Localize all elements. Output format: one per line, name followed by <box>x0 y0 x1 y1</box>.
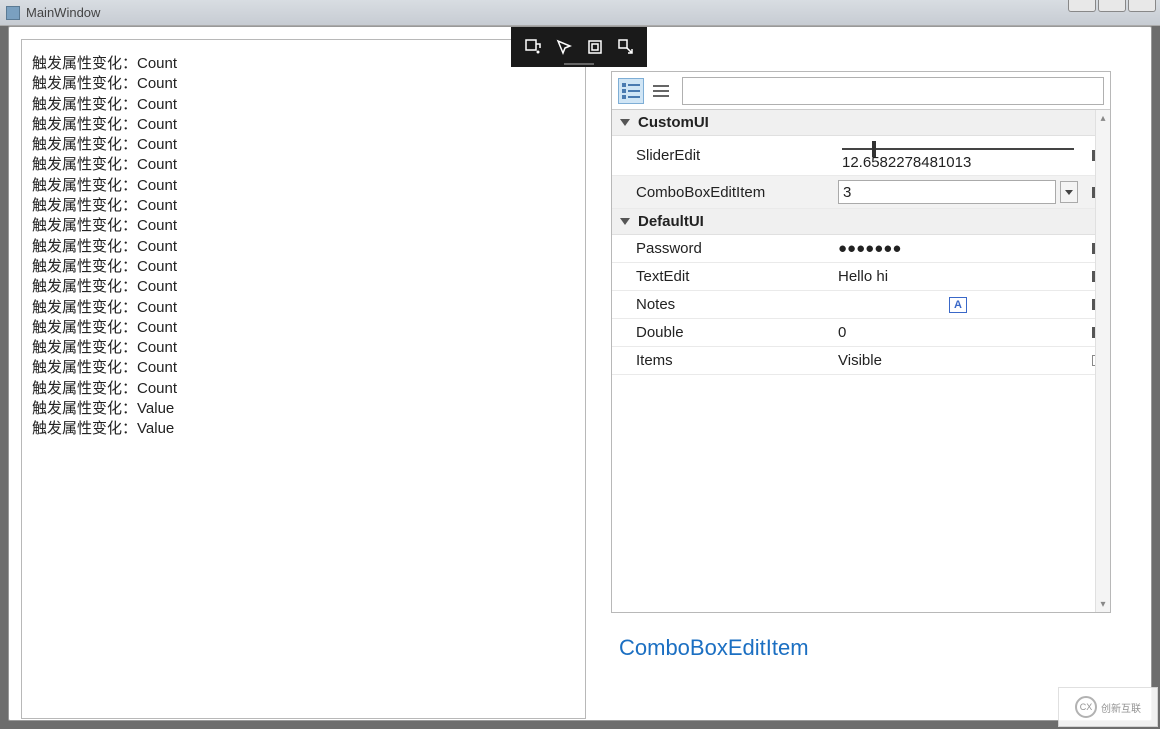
layout-adorners-icon[interactable] <box>584 36 606 58</box>
slider-thumb[interactable] <box>872 141 876 157</box>
scroll-down-icon[interactable]: ▾ <box>1096 596 1110 612</box>
log-line: 触发属性变化：Count <box>32 216 575 236</box>
log-line: 触发属性变化：Count <box>32 54 575 74</box>
property-grid[interactable]: CustomUI SliderEdit12.6582278481013ComboB… <box>612 110 1110 612</box>
chevron-down-icon[interactable] <box>1060 181 1078 203</box>
property-row[interactable]: Password●●●●●●● <box>612 235 1110 263</box>
log-line: 触发属性变化：Count <box>32 155 575 175</box>
window-title: MainWindow <box>26 5 100 20</box>
categorized-view-button[interactable] <box>618 78 644 104</box>
search-input[interactable] <box>682 77 1104 105</box>
vs-diagnostic-toolbar[interactable] <box>511 27 647 67</box>
log-panel: 触发属性变化：Count触发属性变化：Count触发属性变化：Count触发属性… <box>21 39 586 719</box>
property-value[interactable]: Visible <box>832 347 1084 374</box>
log-line: 触发属性变化：Value <box>32 419 575 439</box>
maximize-button[interactable] <box>1098 0 1126 12</box>
alphabetical-view-button[interactable] <box>648 78 674 104</box>
select-element-icon[interactable] <box>553 36 575 58</box>
app-icon <box>6 6 20 20</box>
property-row[interactable]: ComboBoxEditItem3 <box>612 176 1110 209</box>
log-line: 触发属性变化：Count <box>32 135 575 155</box>
watermark-logo-icon: CX <box>1075 696 1097 718</box>
log-line: 触发属性变化：Count <box>32 95 575 115</box>
track-focus-icon[interactable] <box>615 36 637 58</box>
group-header[interactable]: CustomUI <box>612 110 1110 136</box>
log-line: 触发属性变化：Count <box>32 338 575 358</box>
main-content: 触发属性变化：Count触发属性变化：Count触发属性变化：Count触发属性… <box>8 26 1152 721</box>
property-value[interactable]: 12.6582278481013 <box>832 136 1084 175</box>
window-titlebar: MainWindow <box>0 0 1160 26</box>
property-label: Items <box>612 347 832 374</box>
group-name: CustomUI <box>638 114 709 131</box>
property-row[interactable]: ItemsVisible <box>612 347 1110 375</box>
window-controls <box>1068 0 1156 12</box>
close-button[interactable] <box>1128 0 1156 12</box>
scrollbar[interactable]: ▴ ▾ <box>1095 110 1110 612</box>
selected-property-label: ComboBoxEditItem <box>611 623 1111 673</box>
property-value[interactable]: ●●●●●●● <box>832 235 1084 262</box>
property-grid-panel: CustomUI SliderEdit12.6582278481013ComboB… <box>611 71 1111 613</box>
watermark-text: 创新互联 <box>1101 700 1141 715</box>
property-label: ComboBoxEditItem <box>612 176 832 208</box>
log-line: 触发属性变化：Count <box>32 277 575 297</box>
scroll-up-icon[interactable]: ▴ <box>1096 110 1110 126</box>
font-edit-icon[interactable] <box>949 297 967 313</box>
toolbar-grip[interactable] <box>564 63 594 65</box>
property-value[interactable] <box>832 291 1084 318</box>
watermark: CX 创新互联 <box>1058 687 1158 727</box>
property-row[interactable]: Double0 <box>612 319 1110 347</box>
property-value[interactable]: Hello hi <box>832 263 1084 290</box>
property-value[interactable]: 0 <box>832 319 1084 346</box>
property-label: Notes <box>612 291 832 318</box>
log-line: 触发属性变化：Count <box>32 379 575 399</box>
group-header[interactable]: DefaultUI <box>612 209 1110 235</box>
log-line: 触发属性变化：Count <box>32 115 575 135</box>
expand-icon <box>620 218 630 225</box>
log-line: 触发属性变化：Count <box>32 74 575 94</box>
live-visual-tree-icon[interactable] <box>522 36 544 58</box>
log-line: 触发属性变化：Count <box>32 176 575 196</box>
slider-track[interactable] <box>842 148 1074 150</box>
property-row[interactable]: SliderEdit12.6582278481013 <box>612 136 1110 176</box>
minimize-button[interactable] <box>1068 0 1096 12</box>
log-line: 触发属性变化：Count <box>32 298 575 318</box>
log-line: 触发属性变化：Count <box>32 196 575 216</box>
expand-icon <box>620 119 630 126</box>
property-grid-toolbar <box>612 72 1110 110</box>
group-name: DefaultUI <box>638 213 704 230</box>
property-label: SliderEdit <box>612 136 832 175</box>
property-label: Double <box>612 319 832 346</box>
property-label: TextEdit <box>612 263 832 290</box>
property-row[interactable]: TextEditHello hi <box>612 263 1110 291</box>
combobox[interactable]: 3 <box>838 180 1056 204</box>
log-line: 触发属性变化：Count <box>32 358 575 378</box>
log-line: 触发属性变化：Count <box>32 237 575 257</box>
log-line: 触发属性变化：Count <box>32 257 575 277</box>
property-value[interactable]: 3 <box>832 176 1084 208</box>
log-line: 触发属性变化：Value <box>32 399 575 419</box>
property-row[interactable]: Notes <box>612 291 1110 319</box>
log-line: 触发属性变化：Count <box>32 318 575 338</box>
property-label: Password <box>612 235 832 262</box>
